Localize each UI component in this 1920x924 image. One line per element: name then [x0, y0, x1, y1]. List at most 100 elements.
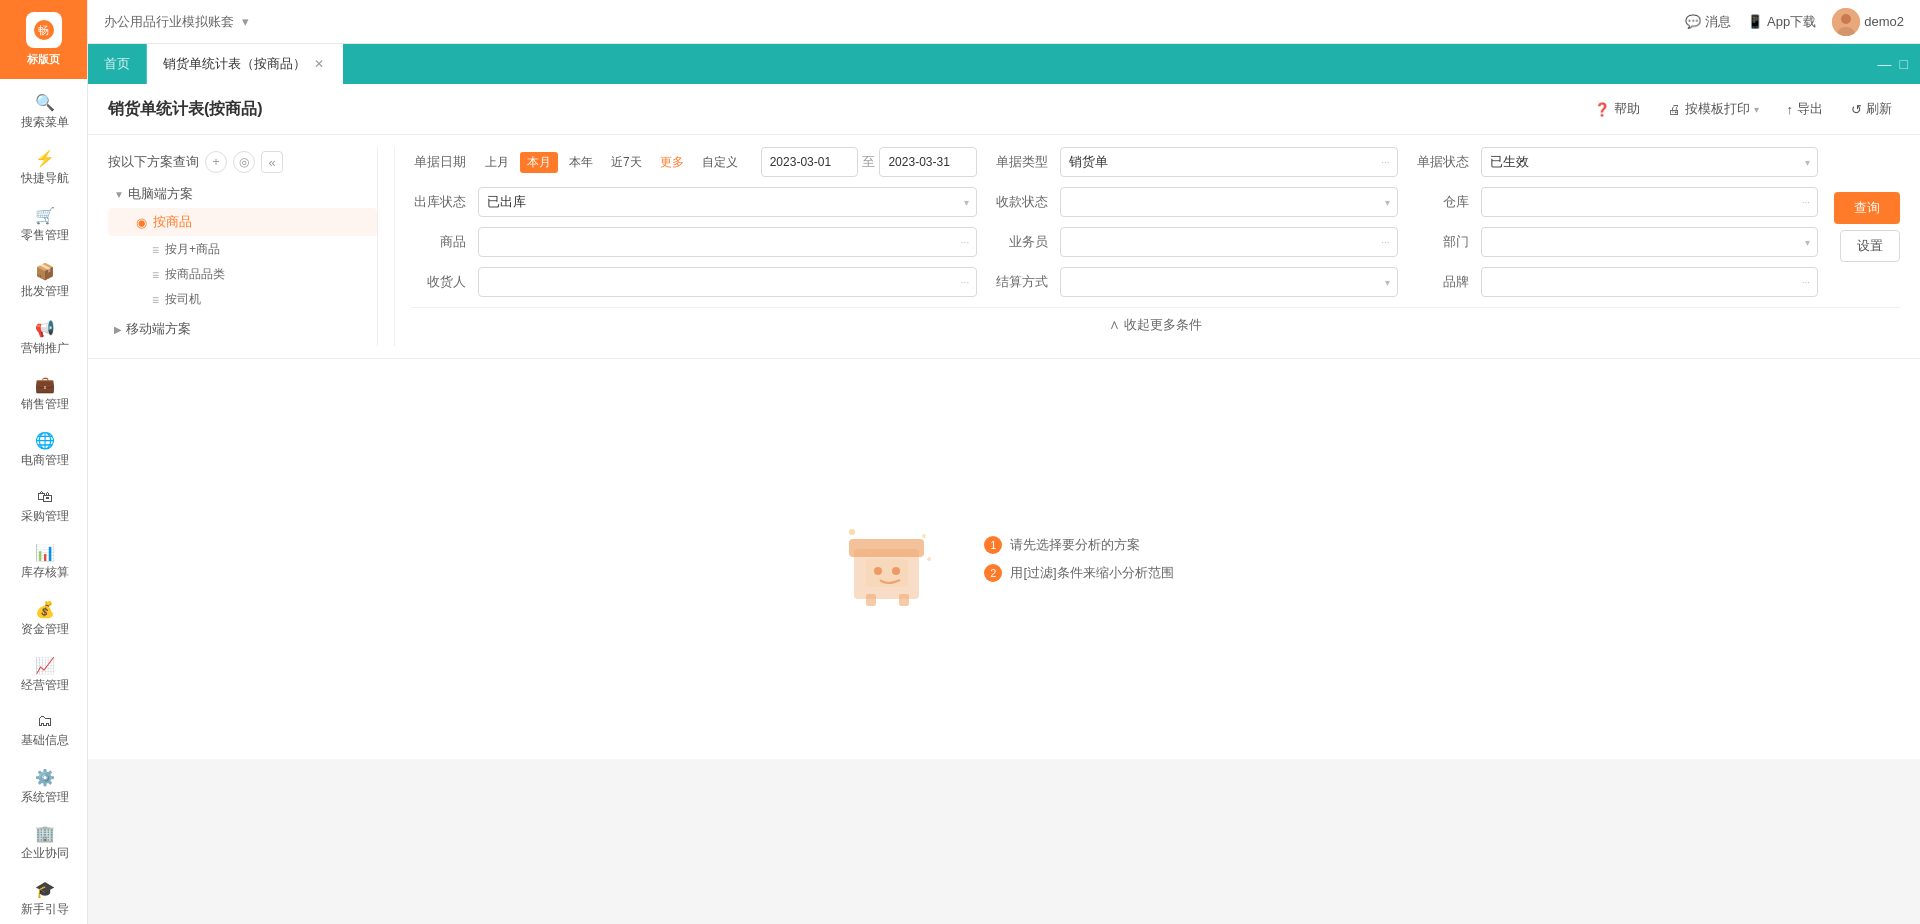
sidebar-item-newbie[interactable]: 🎓 新手引导	[0, 870, 87, 924]
payment-status-input[interactable]	[1060, 187, 1397, 217]
doc-type-input[interactable]	[1060, 147, 1397, 177]
collapse-bar[interactable]: ∧ 收起更多条件	[411, 307, 1900, 342]
scheme-settings-btn[interactable]: ◎	[233, 151, 255, 173]
tab-maximize-btn[interactable]: □	[1900, 56, 1908, 72]
filter-label-out-status: 出库状态	[411, 193, 466, 211]
dept-input[interactable]	[1481, 227, 1818, 257]
system-icon: ⚙️	[35, 768, 55, 787]
topbar-user-btn[interactable]: demo2	[1832, 8, 1904, 36]
salesperson-input[interactable]	[1060, 227, 1397, 257]
brand-input[interactable]	[1481, 267, 1818, 297]
date-tab-7days[interactable]: 近7天	[604, 152, 649, 173]
scheme-tree: ▼ 电脑端方案 ◉ 按商品 ≡ 按月+商品	[108, 181, 377, 342]
newbie-icon: 🎓	[35, 880, 55, 899]
enterprise-icon: 🏢	[35, 824, 55, 843]
sidebar-item-basic[interactable]: 🗂 基础信息	[0, 702, 87, 757]
sidebar-item-ecom-label: 电商管理	[21, 453, 69, 467]
sidebar-item-enterprise[interactable]: 🏢 企业协同	[0, 814, 87, 870]
sidebar-item-marketing[interactable]: 📢 营销推广	[0, 309, 87, 365]
date-to-input[interactable]	[879, 147, 977, 177]
avatar	[1832, 8, 1860, 36]
topbar-dropdown-icon[interactable]: ▾	[242, 14, 249, 29]
tab-close-btn[interactable]: ✕	[312, 55, 326, 73]
product-input[interactable]	[478, 227, 977, 257]
scheme-header-row: 按以下方案查询 + ◎ «	[108, 147, 377, 181]
tab-home-label: 首页	[104, 55, 130, 73]
scheme-item-by-product[interactable]: ◉ 按商品	[108, 208, 377, 236]
sidebar-item-operations-label: 经营管理	[21, 678, 69, 692]
marketing-icon: 📢	[35, 319, 55, 338]
warehouse-input[interactable]	[1481, 187, 1818, 217]
scheme-group-desktop-header[interactable]: ▼ 电脑端方案	[108, 181, 377, 207]
svg-point-11	[922, 534, 926, 538]
filter-row-1: 单据日期 上月 本月 本年 近7天 更多 自定义	[411, 147, 1818, 177]
svg-rect-13	[866, 594, 876, 606]
filter-cell-payment-status: 收款状态 ▾	[993, 187, 1397, 217]
date-tab-custom[interactable]: 自定义	[695, 152, 745, 173]
tab-minimize-btn[interactable]: —	[1878, 56, 1892, 72]
filter-row-2: 出库状态 ▾ 收款状态	[411, 187, 1818, 217]
refresh-icon: ↺	[1851, 102, 1862, 117]
logo-icon: 畅	[26, 12, 62, 48]
refresh-btn[interactable]: ↺ 刷新	[1843, 96, 1900, 122]
scheme-add-btn[interactable]: +	[205, 151, 227, 173]
group-mobile-expand-icon: ▶	[114, 324, 122, 335]
sidebar-item-inventory-label: 库存核算	[21, 565, 69, 579]
setting-button[interactable]: 设置	[1840, 230, 1900, 262]
filter-conditions: 单据日期 上月 本月 本年 近7天 更多 自定义	[411, 147, 1818, 307]
sidebar-item-wholesale-label: 批发管理	[21, 284, 69, 298]
tab-sales-stats[interactable]: 销货单统计表（按商品） ✕	[147, 44, 343, 84]
sidebar-item-purchase[interactable]: 🛍 采购管理	[0, 478, 87, 533]
filter-cell-salesperson: 业务员 ···	[993, 227, 1397, 257]
page-actions: ❓ 帮助 🖨 按模板打印 ▾ ↑ 导出 ↺ 刷新	[1586, 96, 1901, 134]
print-btn[interactable]: 🖨 按模板打印 ▾	[1660, 96, 1767, 122]
help-btn[interactable]: ❓ 帮助	[1586, 96, 1648, 122]
topbar-app-download-btn[interactable]: 📱 App下载	[1747, 13, 1816, 31]
filter-label-receiver: 收货人	[411, 273, 466, 291]
sidebar-item-wholesale[interactable]: 📦 批发管理	[0, 252, 87, 308]
empty-step-1-label: 请先选择要分析的方案	[1010, 536, 1140, 554]
receiver-input[interactable]	[478, 267, 977, 297]
topbar-message-label: 消息	[1705, 13, 1731, 31]
filter-product-wrapper: ···	[478, 227, 977, 257]
filter-conditions-area: 单据日期 上月 本月 本年 近7天 更多 自定义	[411, 147, 1900, 346]
sidebar-item-sales[interactable]: 💼 销售管理	[0, 365, 87, 421]
sidebar-item-inventory[interactable]: 📊 库存核算	[0, 533, 87, 589]
scheme-collapse-btn[interactable]: «	[261, 151, 283, 173]
sidebar-item-operations[interactable]: 📈 经营管理	[0, 646, 87, 702]
logo-area[interactable]: 畅 标版页	[0, 0, 87, 79]
subitem-icon-2: ≡	[152, 268, 159, 282]
scheme-subitem-driver[interactable]: ≡ 按司机	[108, 287, 377, 312]
date-tab-year[interactable]: 本年	[562, 152, 600, 173]
doc-status-input[interactable]	[1481, 147, 1818, 177]
step-num-1: 1	[984, 536, 1002, 554]
date-tab-more[interactable]: 更多	[653, 152, 691, 173]
query-button[interactable]: 查询	[1834, 192, 1900, 224]
scheme-item-label-product: 按商品	[153, 213, 192, 231]
sidebar-item-finance[interactable]: 💰 资金管理	[0, 590, 87, 646]
scheme-subitem-category[interactable]: ≡ 按商品品类	[108, 262, 377, 287]
out-status-input[interactable]	[478, 187, 977, 217]
sidebar-item-retail[interactable]: 🛒 零售管理	[0, 196, 87, 252]
svg-rect-14	[899, 594, 909, 606]
empty-state-content: 1 请先选择要分析的方案 2 用[过滤]条件来缩小分析范围	[834, 504, 1173, 614]
topbar-message-btn[interactable]: 💬 消息	[1685, 13, 1731, 31]
sidebar-item-finance-label: 资金管理	[21, 622, 69, 636]
date-tab-last-month[interactable]: 上月	[478, 152, 516, 173]
scheme-group-mobile-header[interactable]: ▶ 移动端方案	[108, 316, 377, 342]
scheme-subitem-month-product[interactable]: ≡ 按月+商品	[108, 237, 377, 262]
tabbar-controls: — □	[1866, 56, 1920, 72]
scheme-header-label: 按以下方案查询	[108, 153, 199, 171]
sidebar-item-marketing-label: 营销推广	[21, 341, 69, 355]
sidebar-item-system[interactable]: ⚙️ 系统管理	[0, 758, 87, 814]
sidebar-item-ecom[interactable]: 🌐 电商管理	[0, 421, 87, 477]
sidebar-item-search[interactable]: 🔍 搜索菜单	[0, 83, 87, 139]
filter-cell-doc-type: 单据类型 ···	[993, 147, 1397, 177]
sidebar-item-quick-nav[interactable]: ⚡ 快捷导航	[0, 139, 87, 195]
payment-method-input[interactable]	[1060, 267, 1397, 297]
date-tab-current-month[interactable]: 本月	[520, 152, 558, 173]
date-from-input[interactable]	[761, 147, 859, 177]
operations-icon: 📈	[35, 656, 55, 675]
export-btn[interactable]: ↑ 导出	[1779, 96, 1832, 122]
tab-home[interactable]: 首页	[88, 44, 147, 84]
